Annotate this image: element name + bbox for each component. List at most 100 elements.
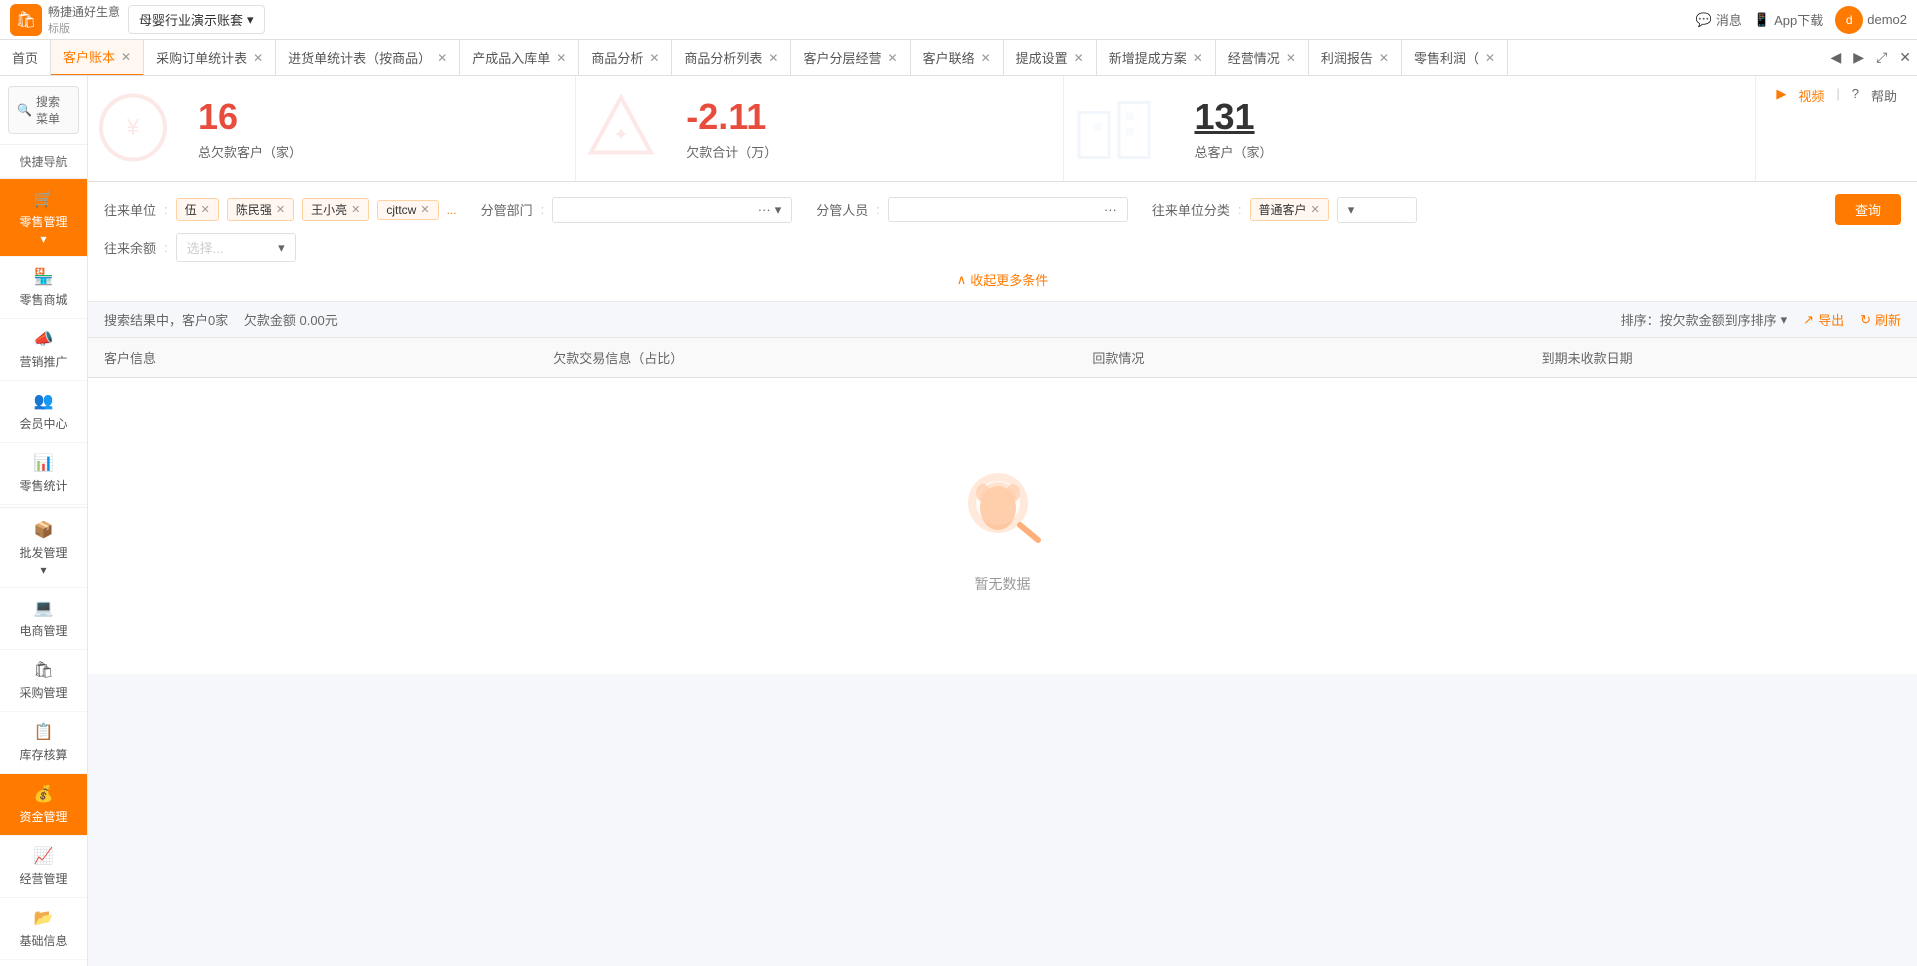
app-download-action[interactable]: 📱 App下载 bbox=[1754, 10, 1823, 29]
tab-goods-list[interactable]: 商品分析列表 ✕ bbox=[672, 40, 791, 76]
message-icon: 💬 bbox=[1696, 12, 1712, 28]
empty-state: 暂无数据 bbox=[88, 378, 1917, 674]
sidebar-item-system[interactable]: ⚙ 系统管理 bbox=[0, 960, 87, 966]
sidebar-item-member[interactable]: 👥 会员中心 bbox=[0, 381, 87, 443]
stats-row: ¥ 16 总欠款客户（家） ✦ -2.11 欠款合计（万） bbox=[88, 76, 1917, 182]
video-icon: ▶ bbox=[1776, 86, 1786, 102]
tab-purchase-stats-close[interactable]: ✕ bbox=[437, 51, 447, 65]
col-header-debt: 欠款交易信息（占比） bbox=[553, 348, 1092, 367]
finance-label: 资金管理 bbox=[19, 808, 67, 825]
search-menu-btn[interactable]: 🔍 搜索菜单 bbox=[8, 86, 79, 134]
sidebar-search[interactable]: 🔍 搜索菜单 bbox=[0, 76, 87, 145]
refresh-action[interactable]: ↻ 刷新 bbox=[1860, 310, 1901, 329]
filter-tag-chen-remove[interactable]: ✕ bbox=[276, 203, 285, 216]
tab-product-stock[interactable]: 产成品入库单 ✕ bbox=[460, 40, 579, 76]
results-info: 搜索结果中，客户0家 欠款金额 0.00元 bbox=[104, 310, 338, 329]
logo-area: 🛍 畅捷通好生意 标版 bbox=[10, 3, 120, 36]
stat1-label: 总欠款客户（家） bbox=[198, 142, 302, 161]
filter-tag-chen[interactable]: 陈民强 ✕ bbox=[227, 198, 294, 221]
tab-home[interactable]: 首页 bbox=[0, 40, 51, 76]
stat-total-customers: ¥ 16 总欠款客户（家） bbox=[88, 76, 576, 181]
tab-product-stock-close[interactable]: ✕ bbox=[556, 51, 566, 65]
phone-icon: 📱 bbox=[1754, 12, 1770, 28]
sort-action[interactable]: 排序：按欠款金额到序排序 ▾ bbox=[1621, 310, 1788, 329]
tab-prev-arrow[interactable]: ◀ bbox=[1825, 45, 1848, 70]
tab-new-raise-close[interactable]: ✕ bbox=[1193, 51, 1203, 65]
member-label: 会员中心 bbox=[19, 415, 67, 432]
filter-row-1: 往来单位 : 伍 ✕ 陈民强 ✕ 王小亮 ✕ cjttcw ✕ bbox=[104, 194, 1901, 225]
marketing-icon: 📣 bbox=[34, 329, 54, 349]
sidebar-item-retail-stats[interactable]: 📊 零售统计 bbox=[0, 443, 87, 505]
sidebar-item-finance[interactable]: 💰 资金管理 bbox=[0, 774, 87, 836]
filter-row-2: 往来余额 : 选择... ▾ bbox=[104, 233, 1901, 262]
filter-more-tags[interactable]: ... bbox=[447, 203, 457, 217]
filter-tag-wu[interactable]: 伍 ✕ bbox=[176, 198, 219, 221]
tab-purchase-stats[interactable]: 进货单统计表（按商品） ✕ bbox=[276, 40, 460, 76]
dept-filter-select[interactable]: ··· ▾ bbox=[552, 197, 792, 223]
tab-raise-settings-close[interactable]: ✕ bbox=[1074, 51, 1084, 65]
tab-customer-tier-label: 客户分层经营 bbox=[803, 48, 881, 67]
sidebar-item-retail[interactable]: 🛒 零售管理 ▾ bbox=[0, 179, 87, 257]
sidebar-item-operation-mgmt[interactable]: 📈 经营管理 bbox=[0, 836, 87, 898]
sidebar-item-basic-info[interactable]: 📂 基础信息 bbox=[0, 898, 87, 960]
filter-tag-normal[interactable]: 普通客户 ✕ bbox=[1250, 198, 1329, 221]
tab-customer-book[interactable]: 客户账本 ✕ bbox=[51, 40, 144, 76]
results-actions: 排序：按欠款金额到序排序 ▾ ↗ 导出 ↻ 刷新 bbox=[1621, 310, 1901, 329]
sidebar-item-wholesale[interactable]: 📦 批发管理 ▾ bbox=[0, 510, 87, 588]
tab-customer-book-close[interactable]: ✕ bbox=[121, 50, 131, 64]
sidebar-item-purchase[interactable]: 🛍 采购管理 bbox=[0, 650, 87, 712]
query-button[interactable]: 查询 bbox=[1835, 194, 1901, 225]
org-selector[interactable]: 母婴行业演示账套 ▾ bbox=[128, 5, 265, 34]
tab-purchase-order[interactable]: 采购订单统计表 ✕ bbox=[144, 40, 276, 76]
balance-placeholder: 选择... bbox=[187, 238, 274, 257]
sidebar-item-ecommerce[interactable]: 💻 电商管理 bbox=[0, 588, 87, 650]
tab-goods-analysis-close[interactable]: ✕ bbox=[649, 51, 659, 65]
tab-expand-arrow[interactable]: ⤢ bbox=[1870, 45, 1893, 70]
sidebar-item-inventory[interactable]: 📋 库存核算 bbox=[0, 712, 87, 774]
filter-tag-normal-remove[interactable]: ✕ bbox=[1311, 203, 1320, 216]
filter-tag-wu-remove[interactable]: ✕ bbox=[201, 203, 210, 216]
sidebar-item-retail-mall[interactable]: 🏪 零售商城 bbox=[0, 257, 87, 319]
sidebar-item-marketing[interactable]: 📣 营销推广 bbox=[0, 319, 87, 381]
export-action[interactable]: ↗ 导出 bbox=[1803, 310, 1844, 329]
tab-retail-profit-close[interactable]: ✕ bbox=[1485, 51, 1495, 65]
user-action[interactable]: d demo2 bbox=[1835, 6, 1907, 34]
stat1-number: 16 bbox=[198, 96, 302, 138]
tab-operation[interactable]: 经营情况 ✕ bbox=[1216, 40, 1309, 76]
tab-customer-tier[interactable]: 客户分层经营 ✕ bbox=[791, 40, 910, 76]
filter-tag-wang[interactable]: 王小亮 ✕ bbox=[302, 198, 369, 221]
stat3-label: 总客户（家） bbox=[1194, 142, 1272, 161]
svg-text:✦: ✦ bbox=[614, 124, 629, 144]
quick-nav[interactable]: 快捷导航 bbox=[0, 145, 87, 179]
tab-purchase-order-close[interactable]: ✕ bbox=[253, 51, 263, 65]
stat2-label: 欠款合计（万） bbox=[686, 142, 777, 161]
tab-next-arrow[interactable]: ▶ bbox=[1847, 45, 1870, 70]
video-link[interactable]: 视频 bbox=[1798, 86, 1824, 105]
help-link[interactable]: 帮助 bbox=[1871, 86, 1897, 105]
person-filter-select[interactable]: ··· bbox=[888, 197, 1128, 222]
tab-operation-close[interactable]: ✕ bbox=[1286, 51, 1296, 65]
results-bar: 搜索结果中，客户0家 欠款金额 0.00元 排序：按欠款金额到序排序 ▾ ↗ 导… bbox=[88, 302, 1917, 338]
message-action[interactable]: 💬 消息 bbox=[1696, 10, 1742, 29]
balance-filter-select[interactable]: 选择... ▾ bbox=[176, 233, 296, 262]
tab-customer-contact[interactable]: 客户联络 ✕ bbox=[911, 40, 1004, 76]
tab-profit-report-close[interactable]: ✕ bbox=[1379, 51, 1389, 65]
top-bar-left: 🛍 畅捷通好生意 标版 母婴行业演示账套 ▾ bbox=[10, 3, 265, 36]
tab-goods-list-label: 商品分析列表 bbox=[684, 48, 762, 67]
tab-close-all[interactable]: ✕ bbox=[1893, 45, 1917, 70]
filter-tag-wang-remove[interactable]: ✕ bbox=[351, 203, 360, 216]
filter-tag-cjttcw[interactable]: cjttcw ✕ bbox=[377, 200, 438, 220]
tab-goods-list-close[interactable]: ✕ bbox=[768, 51, 778, 65]
tab-profit-report[interactable]: 利润报告 ✕ bbox=[1309, 40, 1402, 76]
tab-goods-analysis[interactable]: 商品分析 ✕ bbox=[579, 40, 672, 76]
collapse-button[interactable]: ∧ 收起更多条件 bbox=[957, 270, 1049, 289]
category-filter-select[interactable]: ▾ bbox=[1337, 197, 1417, 223]
tab-retail-profit[interactable]: 零售利润（ ✕ bbox=[1402, 40, 1508, 76]
tab-new-raise[interactable]: 新增提成方案 ✕ bbox=[1097, 40, 1216, 76]
tab-customer-tier-close[interactable]: ✕ bbox=[888, 51, 898, 65]
marketing-label: 营销推广 bbox=[19, 353, 67, 370]
tab-customer-contact-close[interactable]: ✕ bbox=[981, 51, 991, 65]
tab-raise-settings[interactable]: 提成设置 ✕ bbox=[1004, 40, 1097, 76]
collapse-label: 收起更多条件 bbox=[970, 270, 1048, 289]
filter-tag-cjttcw-remove[interactable]: ✕ bbox=[420, 203, 429, 216]
